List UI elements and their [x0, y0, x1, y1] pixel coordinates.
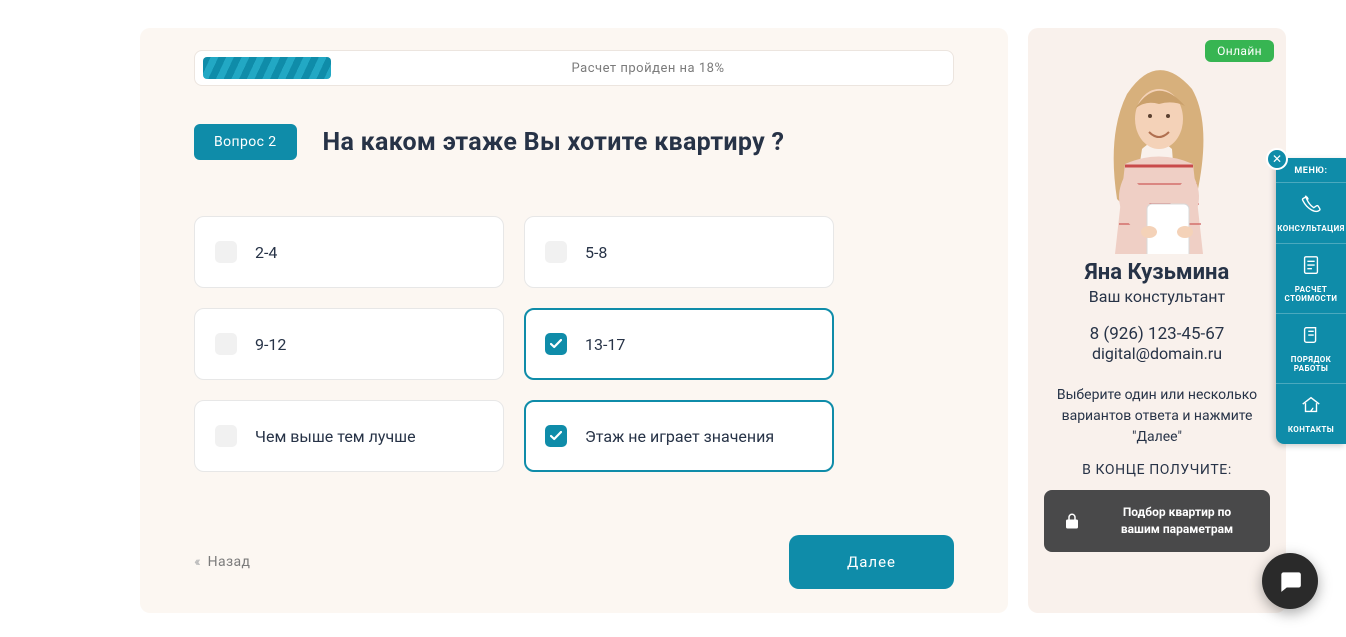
option-1[interactable]: 5-8	[524, 216, 834, 288]
reward-panel: Подбор квартир по вашим параметрам	[1044, 490, 1270, 552]
phone-icon	[1300, 193, 1322, 219]
option-0[interactable]: 2-4	[194, 216, 504, 288]
back-label: Назад	[208, 554, 251, 570]
consultant-panel: Онлайн	[1028, 28, 1286, 613]
progress-row: Расчет пройден на 18%	[194, 50, 954, 86]
consultant-hint: Выберите один или несколько вариантов от…	[1044, 385, 1270, 448]
menu-item-label: КОНТАКТЫ	[1288, 425, 1334, 435]
consultant-avatar	[1077, 54, 1237, 254]
option-2[interactable]: 9-12	[194, 308, 504, 380]
option-label: 5-8	[585, 243, 607, 262]
checkbox-icon	[215, 333, 237, 355]
checkbox-icon	[215, 425, 237, 447]
menu-item-label: ПОРЯДОК РАБОТЫ	[1278, 355, 1344, 374]
menu-item-label: КОНСУЛЬТАЦИЯ	[1277, 224, 1344, 234]
chevron-left-icon: ‹‹‹	[194, 554, 198, 570]
checkbox-icon	[545, 333, 567, 355]
consultant-role: Ваш констультант	[1089, 287, 1225, 306]
menu-item-order[interactable]: ПОРЯДОК РАБОТЫ	[1276, 313, 1346, 383]
reward-text: Подбор квартир по вашим параметрам	[1102, 504, 1252, 538]
option-label: 2-4	[255, 243, 277, 262]
next-label: Далее	[847, 553, 896, 571]
back-button[interactable]: ‹‹‹ Назад	[194, 554, 250, 570]
option-label: 9-12	[255, 335, 286, 354]
consultant-name: Яна Кузьмина	[1085, 260, 1230, 285]
menu-item-contacts[interactable]: КОНТАКТЫ	[1276, 383, 1346, 444]
option-4[interactable]: Чем выше тем лучше	[194, 400, 504, 472]
doc-icon	[1300, 254, 1322, 280]
consultant-phone[interactable]: 8 (926) 123-45-67	[1090, 324, 1225, 344]
progress-bar	[203, 57, 331, 79]
checkbox-icon	[545, 241, 567, 263]
checkbox-icon	[545, 425, 567, 447]
reward-title: В КОНЦЕ ПОЛУЧИТЕ:	[1082, 462, 1232, 478]
next-button[interactable]: Далее	[789, 535, 954, 589]
options-grid: 2-4 5-8 9-12 13-17 Чем выше тем лучше Этаж не…	[194, 216, 834, 472]
scroll-icon	[1300, 324, 1322, 350]
menu-close-button[interactable]: ✕	[1266, 148, 1288, 170]
option-label: 13-17	[585, 335, 625, 354]
option-label: Чем выше тем лучше	[255, 427, 416, 446]
question-title: На каком этаже Вы хотите квартиру ?	[323, 128, 785, 157]
option-5[interactable]: Этаж не играет значения	[524, 400, 834, 472]
chat-button[interactable]	[1262, 553, 1318, 609]
menu-item-calc[interactable]: РАСЧЕТ СТОИМОСТИ	[1276, 243, 1346, 313]
side-menu: ✕ МЕНЮ: КОНСУЛЬТАЦИЯРАСЧЕТ СТОИМОСТИПОРЯ…	[1276, 158, 1346, 444]
consultant-email[interactable]: digital@domain.ru	[1092, 344, 1222, 363]
option-label: Этаж не играет значения	[585, 427, 774, 446]
checkbox-icon	[215, 241, 237, 263]
lock-icon	[1062, 512, 1082, 530]
question-row: Вопрос 2 На каком этаже Вы хотите кварти…	[194, 124, 954, 160]
house-icon	[1300, 394, 1322, 420]
option-3[interactable]: 13-17	[524, 308, 834, 380]
nav-row: ‹‹‹ Назад Далее	[194, 535, 954, 589]
quiz-card: Расчет пройден на 18% Вопрос 2 На каком …	[140, 28, 1008, 613]
question-badge: Вопрос 2	[194, 124, 297, 160]
menu-item-consult[interactable]: КОНСУЛЬТАЦИЯ	[1276, 182, 1346, 243]
progress-text: Расчет пройден на 18%	[351, 61, 945, 76]
online-badge: Онлайн	[1205, 40, 1274, 62]
menu-item-label: РАСЧЕТ СТОИМОСТИ	[1278, 285, 1344, 304]
